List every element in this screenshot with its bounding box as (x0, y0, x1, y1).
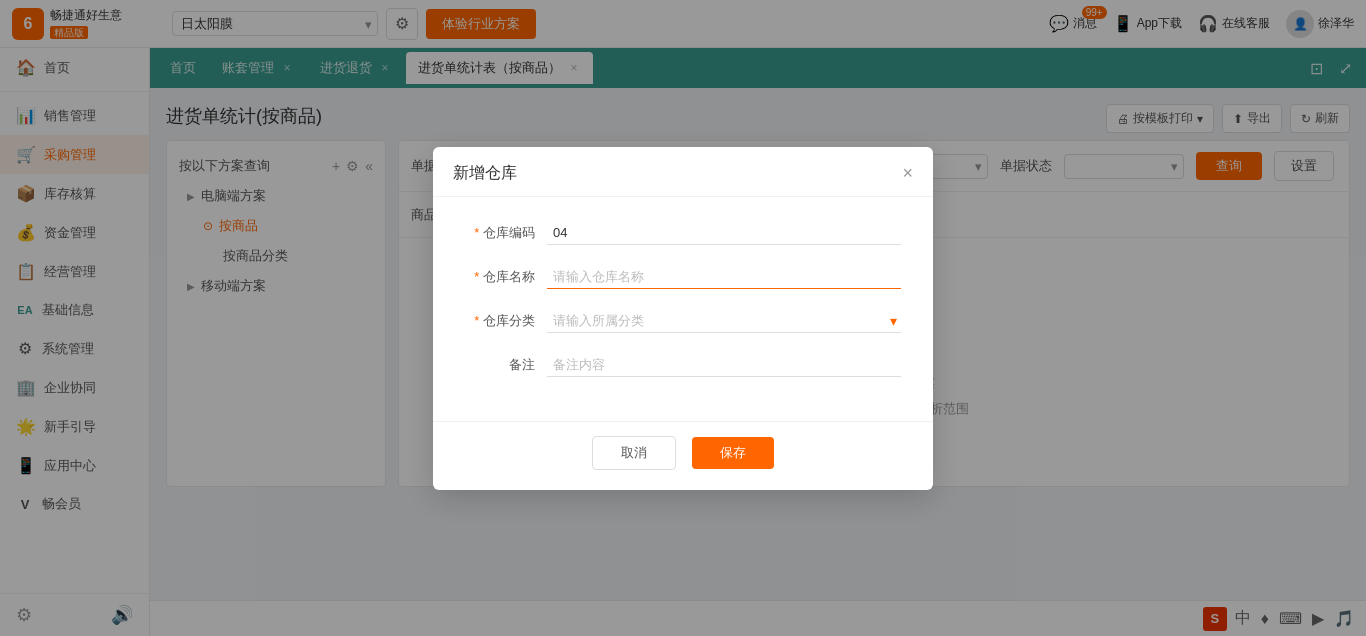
dialog-body: 仓库编码 仓库名称 仓库分类 请输入所属分类 备注 (433, 197, 933, 421)
dialog-header: 新增仓库 × (433, 147, 933, 197)
warehouse-category-select[interactable]: 请输入所属分类 (547, 309, 901, 333)
warehouse-name-input[interactable] (547, 265, 901, 289)
form-label-code: 仓库编码 (465, 224, 535, 242)
dialog-title: 新增仓库 (453, 163, 517, 184)
dialog-new-warehouse: 新增仓库 × 仓库编码 仓库名称 仓库分类 请输入所属分类 (433, 147, 933, 490)
dialog-close-icon[interactable]: × (902, 164, 913, 182)
warehouse-category-wrap: 请输入所属分类 (547, 309, 901, 333)
dialog-footer: 取消 保存 (433, 421, 933, 490)
form-label-note: 备注 (465, 356, 535, 374)
form-row-code: 仓库编码 (465, 221, 901, 245)
warehouse-note-input[interactable] (547, 353, 901, 377)
form-row-name: 仓库名称 (465, 265, 901, 289)
save-button[interactable]: 保存 (692, 437, 774, 469)
warehouse-code-input[interactable] (547, 221, 901, 245)
form-label-category: 仓库分类 (465, 312, 535, 330)
modal-overlay[interactable]: 新增仓库 × 仓库编码 仓库名称 仓库分类 请输入所属分类 (0, 0, 1366, 636)
form-label-name: 仓库名称 (465, 268, 535, 286)
form-row-note: 备注 (465, 353, 901, 377)
cancel-button[interactable]: 取消 (592, 436, 676, 470)
form-row-category: 仓库分类 请输入所属分类 (465, 309, 901, 333)
